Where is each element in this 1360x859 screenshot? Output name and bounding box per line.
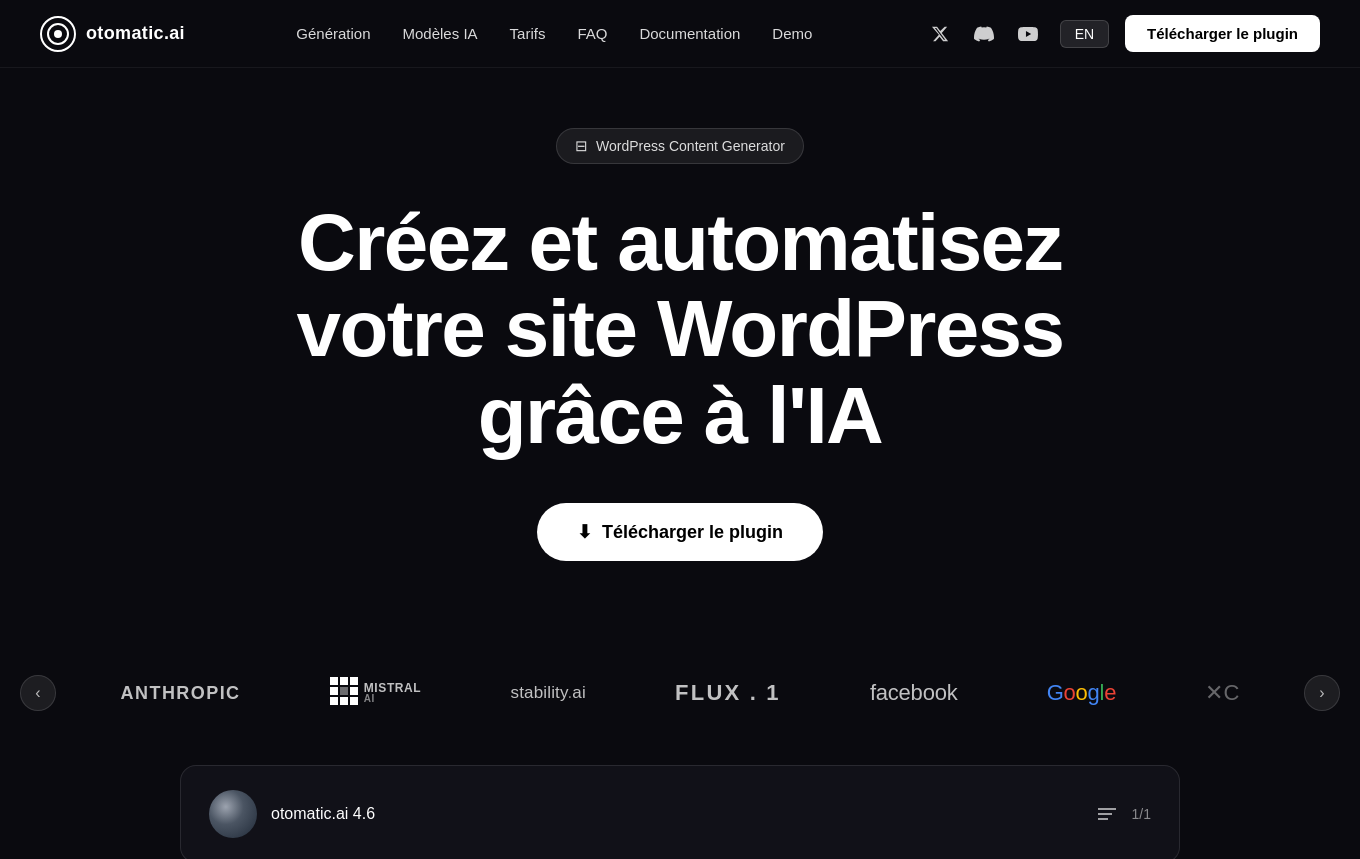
hero-cta-label: Télécharger le plugin xyxy=(602,522,783,543)
brand-flux: FLUX . 1 xyxy=(651,664,805,722)
svg-rect-1 xyxy=(340,677,348,685)
discord-icon[interactable] xyxy=(968,18,1000,50)
svg-rect-0 xyxy=(330,677,338,685)
download-icon: ⬇ xyxy=(577,521,592,543)
nav-cta-button[interactable]: Télécharger le plugin xyxy=(1125,15,1320,52)
social-icons xyxy=(924,18,1044,50)
wordpress-icon: ⊟ xyxy=(575,137,588,155)
hero-title-line1: Créez et automatisez xyxy=(298,198,1062,287)
brand-carousel: ‹ ANTHROPIC xyxy=(0,661,1360,765)
brand-partial: ✕C xyxy=(1181,664,1263,722)
hero-title: Créez et automatisez votre site WordPres… xyxy=(297,200,1064,459)
review-section: otomatic.ai 4.6 1/1 xyxy=(0,765,1360,859)
nav-links: Génération Modèles IA Tarifs FAQ Documen… xyxy=(296,25,812,43)
youtube-icon[interactable] xyxy=(1012,18,1044,50)
twitter-icon[interactable] xyxy=(924,18,956,50)
brand-name: otomatic.ai xyxy=(86,23,185,44)
review-card: otomatic.ai 4.6 1/1 xyxy=(180,765,1180,859)
carousel-prev-button[interactable]: ‹ xyxy=(20,675,56,711)
svg-rect-5 xyxy=(340,687,348,695)
avatar xyxy=(209,790,257,838)
review-list-icon[interactable] xyxy=(1098,808,1116,820)
review-header: otomatic.ai 4.6 1/1 xyxy=(209,790,1151,838)
brand-google: Google xyxy=(1023,664,1141,722)
review-left: otomatic.ai 4.6 xyxy=(209,790,375,838)
brand-mistral: MISTRAL AI xyxy=(306,661,446,725)
hero-badge: ⊟ WordPress Content Generator xyxy=(556,128,804,164)
review-app-name: otomatic.ai 4.6 xyxy=(271,805,375,823)
language-button[interactable]: EN xyxy=(1060,20,1109,48)
review-pagination: 1/1 xyxy=(1132,806,1151,822)
nav-modeles[interactable]: Modèles IA xyxy=(403,25,478,42)
navbar: otomatic.ai Génération Modèles IA Tarifs… xyxy=(0,0,1360,68)
svg-rect-6 xyxy=(330,697,338,705)
logo-icon xyxy=(40,16,76,52)
carousel-track: ANTHROPIC xyxy=(56,661,1304,725)
hero-cta-button[interactable]: ⬇ Télécharger le plugin xyxy=(537,503,823,561)
mistral-logo-svg xyxy=(330,677,358,709)
carousel-wrapper: ‹ ANTHROPIC xyxy=(0,661,1360,725)
svg-rect-7 xyxy=(340,697,348,705)
brand-anthropic: ANTHROPIC xyxy=(97,667,265,720)
nav-demo[interactable]: Demo xyxy=(772,25,812,42)
review-right: 1/1 xyxy=(1098,806,1151,822)
nav-right: EN Télécharger le plugin xyxy=(924,15,1320,52)
logo-link[interactable]: otomatic.ai xyxy=(40,16,185,52)
nav-generation[interactable]: Génération xyxy=(296,25,370,42)
carousel-next-button[interactable]: › xyxy=(1304,675,1340,711)
nav-faq[interactable]: FAQ xyxy=(577,25,607,42)
svg-rect-8 xyxy=(350,697,358,705)
svg-rect-4 xyxy=(350,687,358,695)
brand-stability: stability.ai xyxy=(486,667,609,719)
hero-title-line2: votre site WordPress xyxy=(297,284,1064,373)
hero-title-line3: grâce à l'IA xyxy=(478,371,882,460)
hero-section: ⊟ WordPress Content Generator Créez et a… xyxy=(0,68,1360,661)
brand-facebook: facebook xyxy=(846,664,982,722)
svg-rect-2 xyxy=(350,677,358,685)
avatar-image xyxy=(209,790,257,838)
nav-documentation[interactable]: Documentation xyxy=(639,25,740,42)
nav-tarifs[interactable]: Tarifs xyxy=(510,25,546,42)
hero-badge-text: WordPress Content Generator xyxy=(596,138,785,154)
svg-rect-3 xyxy=(330,687,338,695)
